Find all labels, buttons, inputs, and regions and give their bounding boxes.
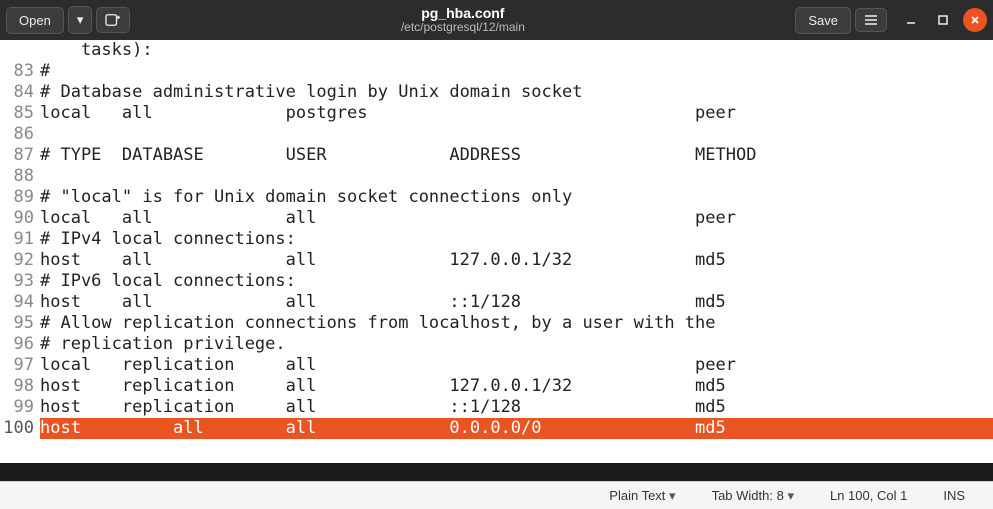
editor-line[interactable]: 92host all all 127.0.0.1/32 md5: [0, 250, 993, 271]
line-content: # IPv6 local connections:: [40, 271, 993, 292]
new-tab-icon: [105, 13, 121, 27]
minimize-icon: [905, 14, 917, 26]
editor-line[interactable]: 90local all all peer: [0, 208, 993, 229]
open-recent-dropdown[interactable]: ▾: [68, 6, 93, 34]
line-content: # Database administrative login by Unix …: [40, 82, 993, 103]
editor-lines: tasks):83#84# Database administrative lo…: [0, 40, 993, 439]
line-number: 95: [0, 313, 40, 334]
bottom-border: [0, 463, 993, 481]
line-content: [40, 166, 993, 187]
line-number: 90: [0, 208, 40, 229]
open-button[interactable]: Open: [6, 7, 64, 34]
line-content: local replication all peer: [40, 355, 993, 376]
line-content: # IPv4 local connections:: [40, 229, 993, 250]
line-number: [0, 40, 40, 61]
insert-mode-indicator[interactable]: INS: [943, 488, 965, 503]
titlebar: Open ▾ pg_hba.conf /etc/postgresql/12/ma…: [0, 0, 993, 40]
line-content: [40, 124, 993, 145]
new-tab-button[interactable]: [96, 7, 130, 33]
hamburger-icon: [864, 14, 878, 26]
maximize-icon: [937, 14, 949, 26]
editor-line[interactable]: 86: [0, 124, 993, 145]
editor-line[interactable]: 89# "local" is for Unix domain socket co…: [0, 187, 993, 208]
line-content: host all all 127.0.0.1/32 md5: [40, 250, 993, 271]
file-name: pg_hba.conf: [134, 6, 791, 21]
line-content: host all all ::1/128 md5: [40, 292, 993, 313]
editor-line[interactable]: 88: [0, 166, 993, 187]
editor-line[interactable]: 91# IPv4 local connections:: [0, 229, 993, 250]
line-number: 86: [0, 124, 40, 145]
line-content: local all postgres peer: [40, 103, 993, 124]
editor-line[interactable]: 98host replication all 127.0.0.1/32 md5: [0, 376, 993, 397]
line-content: tasks):: [40, 40, 993, 61]
title-area: pg_hba.conf /etc/postgresql/12/main: [134, 6, 791, 35]
line-content: #: [40, 61, 993, 82]
editor-line[interactable]: 97local replication all peer: [0, 355, 993, 376]
editor-line[interactable]: 84# Database administrative login by Uni…: [0, 82, 993, 103]
line-number: 85: [0, 103, 40, 124]
line-number: 99: [0, 397, 40, 418]
maximize-button[interactable]: [931, 8, 955, 32]
editor-line[interactable]: 85local all postgres peer: [0, 103, 993, 124]
hamburger-menu-button[interactable]: [855, 8, 887, 32]
line-number: 89: [0, 187, 40, 208]
editor-area[interactable]: tasks):83#84# Database administrative lo…: [0, 40, 993, 463]
line-content: # Allow replication connections from loc…: [40, 313, 993, 334]
line-content: host all all 0.0.0.0/0 md5: [40, 418, 993, 439]
line-number: 97: [0, 355, 40, 376]
line-number: 100: [0, 418, 40, 439]
editor-line[interactable]: 96# replication privilege.: [0, 334, 993, 355]
line-number: 83: [0, 61, 40, 82]
save-button[interactable]: Save: [795, 7, 851, 34]
line-number: 94: [0, 292, 40, 313]
tab-width-dropdown[interactable]: Tab Width: 8: [712, 488, 794, 504]
line-number: 91: [0, 229, 40, 250]
close-icon: [969, 14, 981, 26]
editor-line[interactable]: 95# Allow replication connections from l…: [0, 313, 993, 334]
editor-line[interactable]: 94host all all ::1/128 md5: [0, 292, 993, 313]
line-content: # "local" is for Unix domain socket conn…: [40, 187, 993, 208]
window-controls: [899, 8, 987, 32]
editor-line[interactable]: 99host replication all ::1/128 md5: [0, 397, 993, 418]
line-number: 84: [0, 82, 40, 103]
file-path: /etc/postgresql/12/main: [134, 21, 791, 34]
line-number: 93: [0, 271, 40, 292]
editor-line[interactable]: 87# TYPE DATABASE USER ADDRESS METHOD: [0, 145, 993, 166]
editor-line[interactable]: 93# IPv6 local connections:: [0, 271, 993, 292]
line-content: host replication all ::1/128 md5: [40, 397, 993, 418]
line-content: host replication all 127.0.0.1/32 md5: [40, 376, 993, 397]
syntax-mode-dropdown[interactable]: Plain Text: [609, 488, 675, 504]
line-number: 98: [0, 376, 40, 397]
line-content: # replication privilege.: [40, 334, 993, 355]
line-number: 88: [0, 166, 40, 187]
line-content: # TYPE DATABASE USER ADDRESS METHOD: [40, 145, 993, 166]
statusbar: Plain Text Tab Width: 8 Ln 100, Col 1 IN…: [0, 481, 993, 509]
chevron-down-icon: ▾: [77, 12, 84, 28]
editor-line[interactable]: 83#: [0, 61, 993, 82]
close-button[interactable]: [963, 8, 987, 32]
line-number: 87: [0, 145, 40, 166]
line-content: local all all peer: [40, 208, 993, 229]
line-number: 92: [0, 250, 40, 271]
cursor-position: Ln 100, Col 1: [830, 488, 907, 503]
line-number: 96: [0, 334, 40, 355]
editor-line[interactable]: 100host all all 0.0.0.0/0 md5: [0, 418, 993, 439]
editor-line[interactable]: tasks):: [0, 40, 993, 61]
minimize-button[interactable]: [899, 8, 923, 32]
